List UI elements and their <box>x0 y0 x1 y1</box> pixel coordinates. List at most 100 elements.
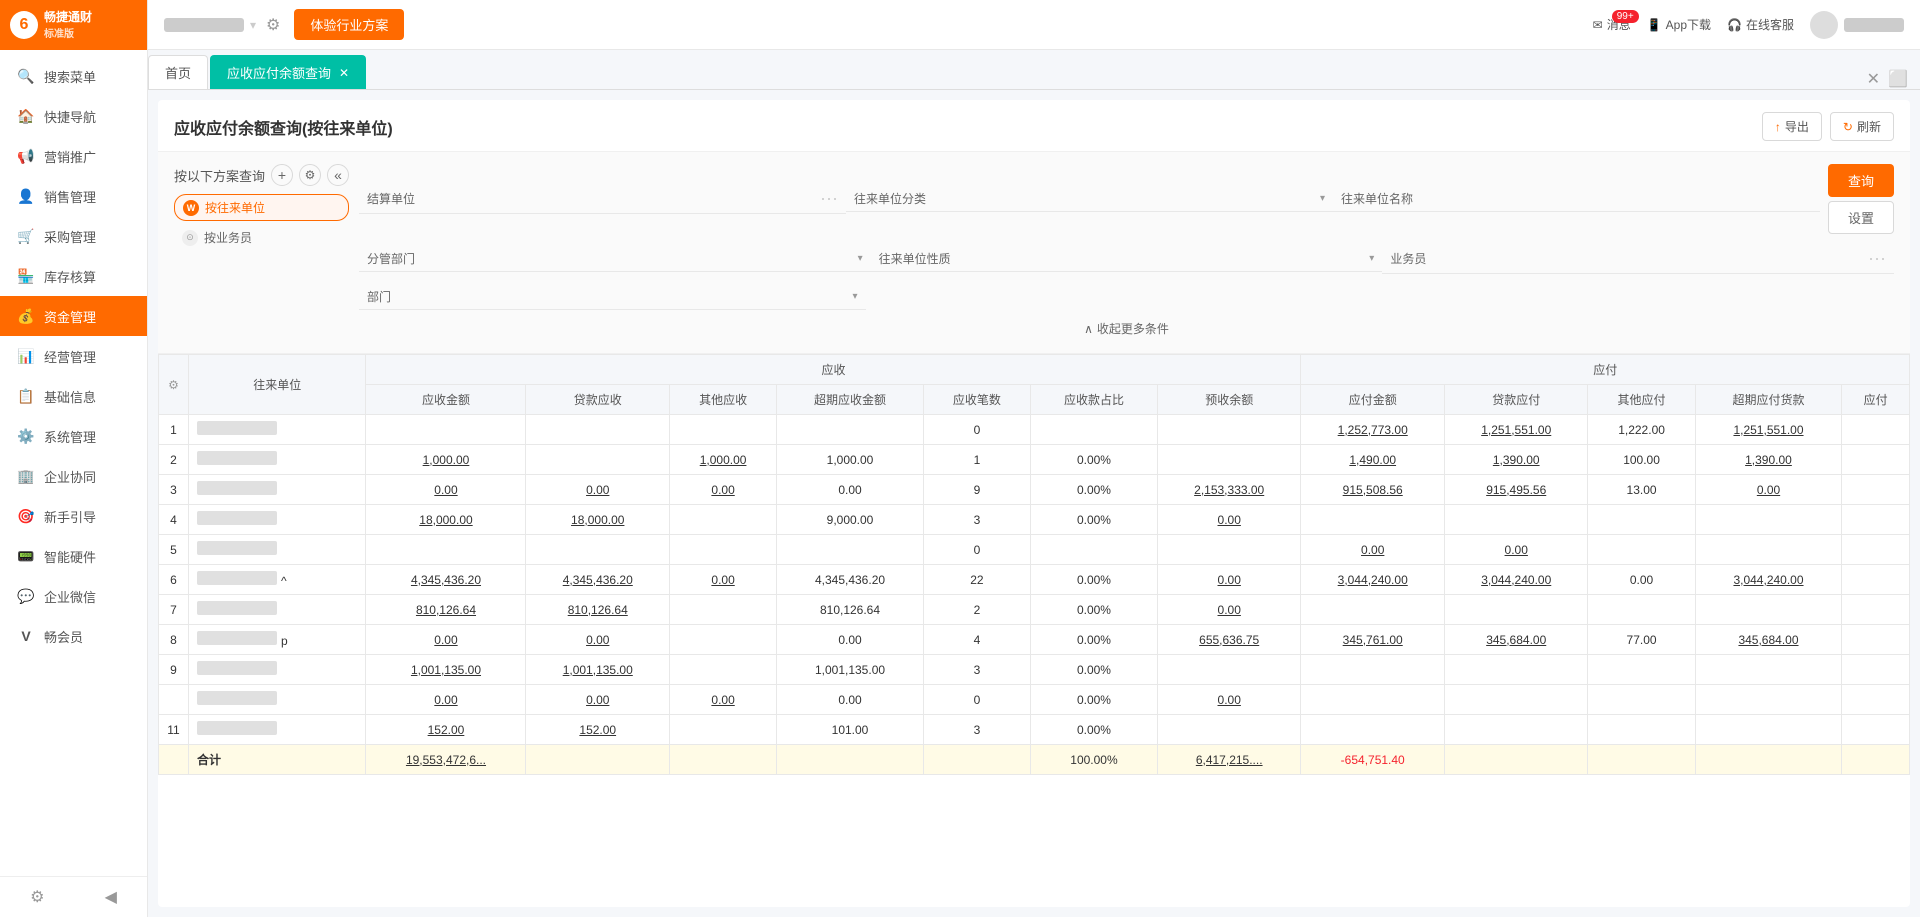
col-settings-header[interactable]: ⚙ <box>159 355 189 415</box>
field-settlement-unit[interactable]: 结算单位 ··· <box>359 184 846 214</box>
link-value[interactable]: 152.00 <box>526 715 670 745</box>
link-value[interactable]: 152.00 <box>366 715 526 745</box>
sidebar-item-basic[interactable]: 📋 基础信息 <box>0 376 147 416</box>
link-value[interactable]: 345,761.00 <box>1301 625 1445 655</box>
link-value[interactable]: 4,345,436.20 <box>526 565 670 595</box>
link-value[interactable]: 0.00 <box>1301 535 1445 565</box>
sidebar-item-wechat[interactable]: 💬 企业微信 <box>0 576 147 616</box>
link-value[interactable]: 1,252,773.00 <box>1301 415 1445 445</box>
link-value[interactable]: 3,044,240.00 <box>1301 565 1445 595</box>
link-value[interactable]: 1,251,551.00 <box>1444 415 1588 445</box>
logo: 6 畅捷通财 标准版 <box>0 0 147 50</box>
tab-close-icon[interactable]: ✕ <box>339 66 349 80</box>
link-value[interactable]: 1,251,551.00 <box>1695 415 1842 445</box>
link-value[interactable]: 1,001,135.00 <box>526 655 670 685</box>
link-value[interactable]: 18,000.00 <box>366 505 526 535</box>
sidebar-item-system[interactable]: ⚙️ 系统管理 <box>0 416 147 456</box>
link-value[interactable]: 0.00 <box>1695 475 1842 505</box>
app-download-button[interactable]: 📱 App下载 <box>1647 16 1711 33</box>
sidebar-item-search[interactable]: 🔍 搜索菜单 <box>0 56 147 96</box>
field-salesperson[interactable]: 业务员 ··· <box>1382 244 1894 274</box>
sidebar-item-guide[interactable]: 🎯 新手引导 <box>0 496 147 536</box>
link-value[interactable]: 810,126.64 <box>526 595 670 625</box>
sidebar-item-inventory[interactable]: 🏪 库存核算 <box>0 256 147 296</box>
link-value[interactable]: 0.00 <box>670 475 777 505</box>
field-partner-category[interactable]: 往来单位分类 ▾ <box>846 186 1333 212</box>
link-value[interactable]: 345,684.00 <box>1444 625 1588 655</box>
solution-button[interactable]: 体验行业方案 <box>294 9 404 40</box>
sidebar-item-finance[interactable]: 💰 资金管理 <box>0 296 147 336</box>
link-value[interactable]: 1,390.00 <box>1444 445 1588 475</box>
link-value[interactable]: 4,345,436.20 <box>366 565 526 595</box>
field-partner-name[interactable]: 往来单位名称 <box>1333 186 1820 212</box>
salesperson-dots-icon[interactable]: ··· <box>1868 248 1886 269</box>
link-value[interactable]: 1,000.00 <box>366 445 526 475</box>
filter-back-button[interactable]: « <box>327 164 349 186</box>
filter-by-unit-option[interactable]: W 按往来单位 <box>174 194 349 221</box>
link-value[interactable]: 0.00 <box>1157 685 1301 715</box>
link-value[interactable]: 0.00 <box>526 685 670 715</box>
export-button[interactable]: ↑ 导出 <box>1762 112 1822 141</box>
sidebar-item-operation[interactable]: 📊 经营管理 <box>0 336 147 376</box>
sidebar-collapse-icon[interactable]: ◀ <box>105 887 117 907</box>
total-ar-prepaid[interactable]: 6,417,215.... <box>1157 745 1301 775</box>
close-window-button[interactable]: ✕ <box>1867 69 1880 89</box>
user-profile[interactable] <box>1810 11 1904 39</box>
filter-by-salesperson-option[interactable]: ⊙ 按业务员 <box>174 225 349 250</box>
field-dept[interactable]: 分管部门 ▾ <box>359 246 871 272</box>
link-value[interactable]: 0.00 <box>670 565 777 595</box>
link-value[interactable]: 0.00 <box>1157 565 1301 595</box>
link-value[interactable]: 1,000.00 <box>670 445 777 475</box>
field-section-dept[interactable]: 部门 ▾ <box>359 284 866 310</box>
link-value[interactable]: 0.00 <box>366 625 526 655</box>
link-value[interactable]: 0.00 <box>1444 535 1588 565</box>
link-value[interactable]: 810,126.64 <box>366 595 526 625</box>
link-value[interactable]: 0.00 <box>526 625 670 655</box>
app-download-label: App下载 <box>1666 16 1711 33</box>
table-settings-icon[interactable]: ⚙ <box>168 378 179 392</box>
link-value[interactable]: 1,001,135.00 <box>366 655 526 685</box>
sidebar-item-hardware[interactable]: 📟 智能硬件 <box>0 536 147 576</box>
link-value[interactable]: 0.00 <box>1157 595 1301 625</box>
page-header: 应收应付余额查询(按往来单位) ↑ 导出 ↻ 刷新 <box>158 100 1910 152</box>
maximize-window-button[interactable]: ⬜ <box>1888 69 1908 89</box>
link-value[interactable]: 3,044,240.00 <box>1444 565 1588 595</box>
collapse-button[interactable]: ∧ 收起更多条件 <box>1080 316 1173 341</box>
sidebar-item-sales[interactable]: 👤 销售管理 <box>0 176 147 216</box>
link-value[interactable]: 0.00 <box>1157 505 1301 535</box>
filter-add-button[interactable]: + <box>271 164 293 186</box>
total-ar-amount[interactable]: 19,553,472,6... <box>366 745 526 775</box>
sidebar-item-purchase[interactable]: 🛒 采购管理 <box>0 216 147 256</box>
message-button[interactable]: ✉ 消息 99+ <box>1593 16 1631 33</box>
sidebar-item-quicknav[interactable]: 🏠 快捷导航 <box>0 96 147 136</box>
link-value[interactable]: 915,508.56 <box>1301 475 1445 505</box>
link-value[interactable]: 345,684.00 <box>1695 625 1842 655</box>
settlement-dots-icon[interactable]: ··· <box>820 188 838 209</box>
tab-arquery[interactable]: 应收应付余额查询 ✕ <box>210 55 366 89</box>
online-service-button[interactable]: 🎧 在线客服 <box>1727 16 1794 33</box>
link-value[interactable]: 1,490.00 <box>1301 445 1445 475</box>
link-value[interactable]: 2,153,333.00 <box>1157 475 1301 505</box>
link-value[interactable]: 0.00 <box>670 685 777 715</box>
tab-home[interactable]: 首页 <box>148 55 208 89</box>
settings-button[interactable]: 设置 <box>1828 201 1894 234</box>
filter-settings-button[interactable]: ⚙ <box>299 164 321 186</box>
link-value[interactable]: 915,495.56 <box>1444 475 1588 505</box>
refresh-button[interactable]: ↻ 刷新 <box>1830 112 1894 141</box>
sidebar-item-marketing[interactable]: 📢 营销推广 <box>0 136 147 176</box>
logo-icon: 6 <box>10 11 38 39</box>
field-partner-nature[interactable]: 往来单位性质 ▾ <box>871 246 1383 272</box>
link-value[interactable]: 0.00 <box>366 475 526 505</box>
sidebar-item-enterprise[interactable]: 🏢 企业协同 <box>0 456 147 496</box>
link-value[interactable]: 3,044,240.00 <box>1695 565 1842 595</box>
link-value[interactable]: 0.00 <box>366 685 526 715</box>
query-button[interactable]: 查询 <box>1828 164 1894 197</box>
link-value[interactable]: 655,636.75 <box>1157 625 1301 655</box>
gear-icon[interactable]: ⚙ <box>266 15 280 35</box>
sidebar-item-member[interactable]: V 畅会员 <box>0 616 147 656</box>
sidebar-settings-icon[interactable]: ⚙ <box>30 887 44 907</box>
link-value[interactable]: 0.00 <box>526 475 670 505</box>
link-value[interactable]: 1,390.00 <box>1695 445 1842 475</box>
sidebar-label-sales: 销售管理 <box>44 187 96 206</box>
link-value[interactable]: 18,000.00 <box>526 505 670 535</box>
